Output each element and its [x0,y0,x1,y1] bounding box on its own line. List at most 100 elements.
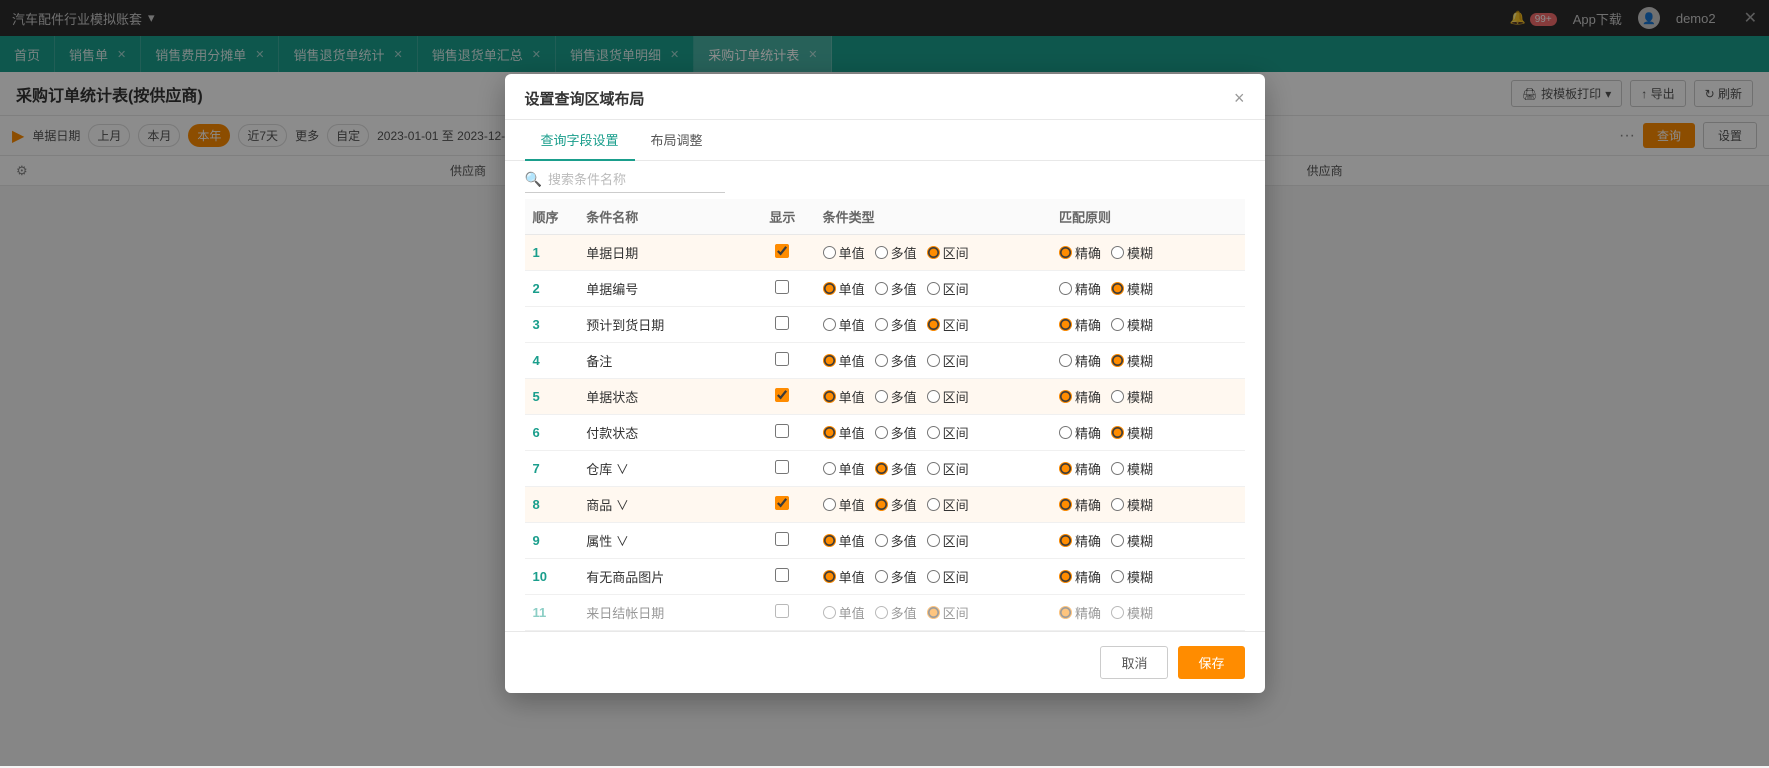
type-option-区间[interactable]: 区间 [927,459,969,478]
match-option-模糊[interactable]: 模糊 [1111,387,1153,406]
show-checkbox[interactable] [775,280,789,294]
search-icon: 🔍 [525,171,542,188]
match-option-模糊[interactable]: 模糊 [1111,603,1153,622]
match-option-精确[interactable]: 精确 [1059,423,1101,442]
match-option-精确[interactable]: 精确 [1059,603,1101,622]
match-option-模糊[interactable]: 模糊 [1111,423,1153,442]
type-option-区间[interactable]: 区间 [927,351,969,370]
type-option-区间[interactable]: 区间 [927,531,969,550]
row-show-checkbox-cell [750,558,814,594]
show-checkbox[interactable] [775,316,789,330]
order-number: 7 [533,461,540,476]
match-option-精确[interactable]: 精确 [1059,351,1101,370]
type-radio-group: 单值多值区间 [823,387,1043,406]
type-option-多值[interactable]: 多值 [875,567,917,586]
match-option-模糊[interactable]: 模糊 [1111,279,1153,298]
type-option-区间[interactable]: 区间 [927,423,969,442]
match-option-精确[interactable]: 精确 [1059,243,1101,262]
type-option-单值[interactable]: 单值 [823,495,865,514]
show-checkbox[interactable] [775,460,789,474]
row-match-cell: 精确模糊 [1051,270,1244,306]
type-option-区间[interactable]: 区间 [927,495,969,514]
match-option-模糊[interactable]: 模糊 [1111,495,1153,514]
match-option-精确[interactable]: 精确 [1059,531,1101,550]
match-radio-group: 精确模糊 [1059,531,1236,550]
type-option-多值[interactable]: 多值 [875,387,917,406]
row-condition-name: 仓库 ∨ [578,450,750,486]
type-option-多值[interactable]: 多值 [875,243,917,262]
type-option-多值[interactable]: 多值 [875,315,917,334]
type-option-单值[interactable]: 单值 [823,243,865,262]
show-checkbox[interactable] [775,388,789,402]
match-option-模糊[interactable]: 模糊 [1111,243,1153,262]
cancel-button[interactable]: 取消 [1100,646,1168,679]
row-match-cell: 精确模糊 [1051,414,1244,450]
row-show-checkbox-cell [750,414,814,450]
type-option-多值[interactable]: 多值 [875,423,917,442]
match-option-模糊[interactable]: 模糊 [1111,459,1153,478]
type-option-多值[interactable]: 多值 [875,531,917,550]
type-option-单值[interactable]: 单值 [823,279,865,298]
type-option-区间[interactable]: 区间 [927,387,969,406]
show-checkbox[interactable] [775,604,789,618]
type-option-区间[interactable]: 区间 [927,603,969,622]
row-condition-name: 单据状态 [578,378,750,414]
type-option-区间[interactable]: 区间 [927,315,969,334]
show-checkbox[interactable] [775,244,789,258]
modal-search-area: 🔍 [505,161,1265,199]
modal-tabs: 查询字段设置 布局调整 [505,120,1265,161]
match-option-模糊[interactable]: 模糊 [1111,531,1153,550]
type-option-区间[interactable]: 区间 [927,279,969,298]
row-match-cell: 精确模糊 [1051,522,1244,558]
type-option-区间[interactable]: 区间 [927,243,969,262]
type-option-多值[interactable]: 多值 [875,459,917,478]
row-order: 1 [525,234,579,270]
match-option-精确[interactable]: 精确 [1059,315,1101,334]
row-type-cell: 单值多值区间 [815,378,1051,414]
match-option-精确[interactable]: 精确 [1059,459,1101,478]
row-show-checkbox-cell [750,234,814,270]
row-condition-name: 来日结帐日期 [578,594,750,630]
match-radio-group: 精确模糊 [1059,279,1236,298]
search-input[interactable] [548,172,708,187]
type-option-单值[interactable]: 单值 [823,531,865,550]
type-option-单值[interactable]: 单值 [823,567,865,586]
match-option-模糊[interactable]: 模糊 [1111,567,1153,586]
row-show-checkbox-cell [750,594,814,630]
show-checkbox[interactable] [775,424,789,438]
row-order: 6 [525,414,579,450]
type-option-单值[interactable]: 单值 [823,387,865,406]
type-option-多值[interactable]: 多值 [875,351,917,370]
row-condition-name: 单据日期 [578,234,750,270]
type-option-单值[interactable]: 单值 [823,351,865,370]
match-option-模糊[interactable]: 模糊 [1111,351,1153,370]
save-button[interactable]: 保存 [1178,646,1244,679]
type-option-区间[interactable]: 区间 [927,567,969,586]
tab-query-fields[interactable]: 查询字段设置 [525,120,635,161]
type-option-单值[interactable]: 单值 [823,459,865,478]
show-checkbox[interactable] [775,496,789,510]
show-checkbox[interactable] [775,352,789,366]
row-order: 4 [525,342,579,378]
match-option-精确[interactable]: 精确 [1059,387,1101,406]
table-row: 9属性 ∨单值多值区间精确模糊 [525,522,1245,558]
table-row: 10有无商品图片单值多值区间精确模糊 [525,558,1245,594]
match-option-精确[interactable]: 精确 [1059,495,1101,514]
modal-close-button[interactable]: × [1234,89,1245,107]
show-checkbox[interactable] [775,568,789,582]
type-radio-group: 单值多值区间 [823,423,1043,442]
modal-header: 设置查询区域布局 × [505,74,1265,120]
type-option-多值[interactable]: 多值 [875,603,917,622]
match-option-精确[interactable]: 精确 [1059,567,1101,586]
type-option-单值[interactable]: 单值 [823,315,865,334]
type-option-单值[interactable]: 单值 [823,423,865,442]
match-radio-group: 精确模糊 [1059,387,1236,406]
type-option-多值[interactable]: 多值 [875,279,917,298]
type-option-多值[interactable]: 多值 [875,495,917,514]
tab-layout[interactable]: 布局调整 [635,120,719,161]
type-option-单值[interactable]: 单值 [823,603,865,622]
match-option-模糊[interactable]: 模糊 [1111,315,1153,334]
match-option-精确[interactable]: 精确 [1059,279,1101,298]
row-condition-name: 付款状态 [578,414,750,450]
show-checkbox[interactable] [775,532,789,546]
